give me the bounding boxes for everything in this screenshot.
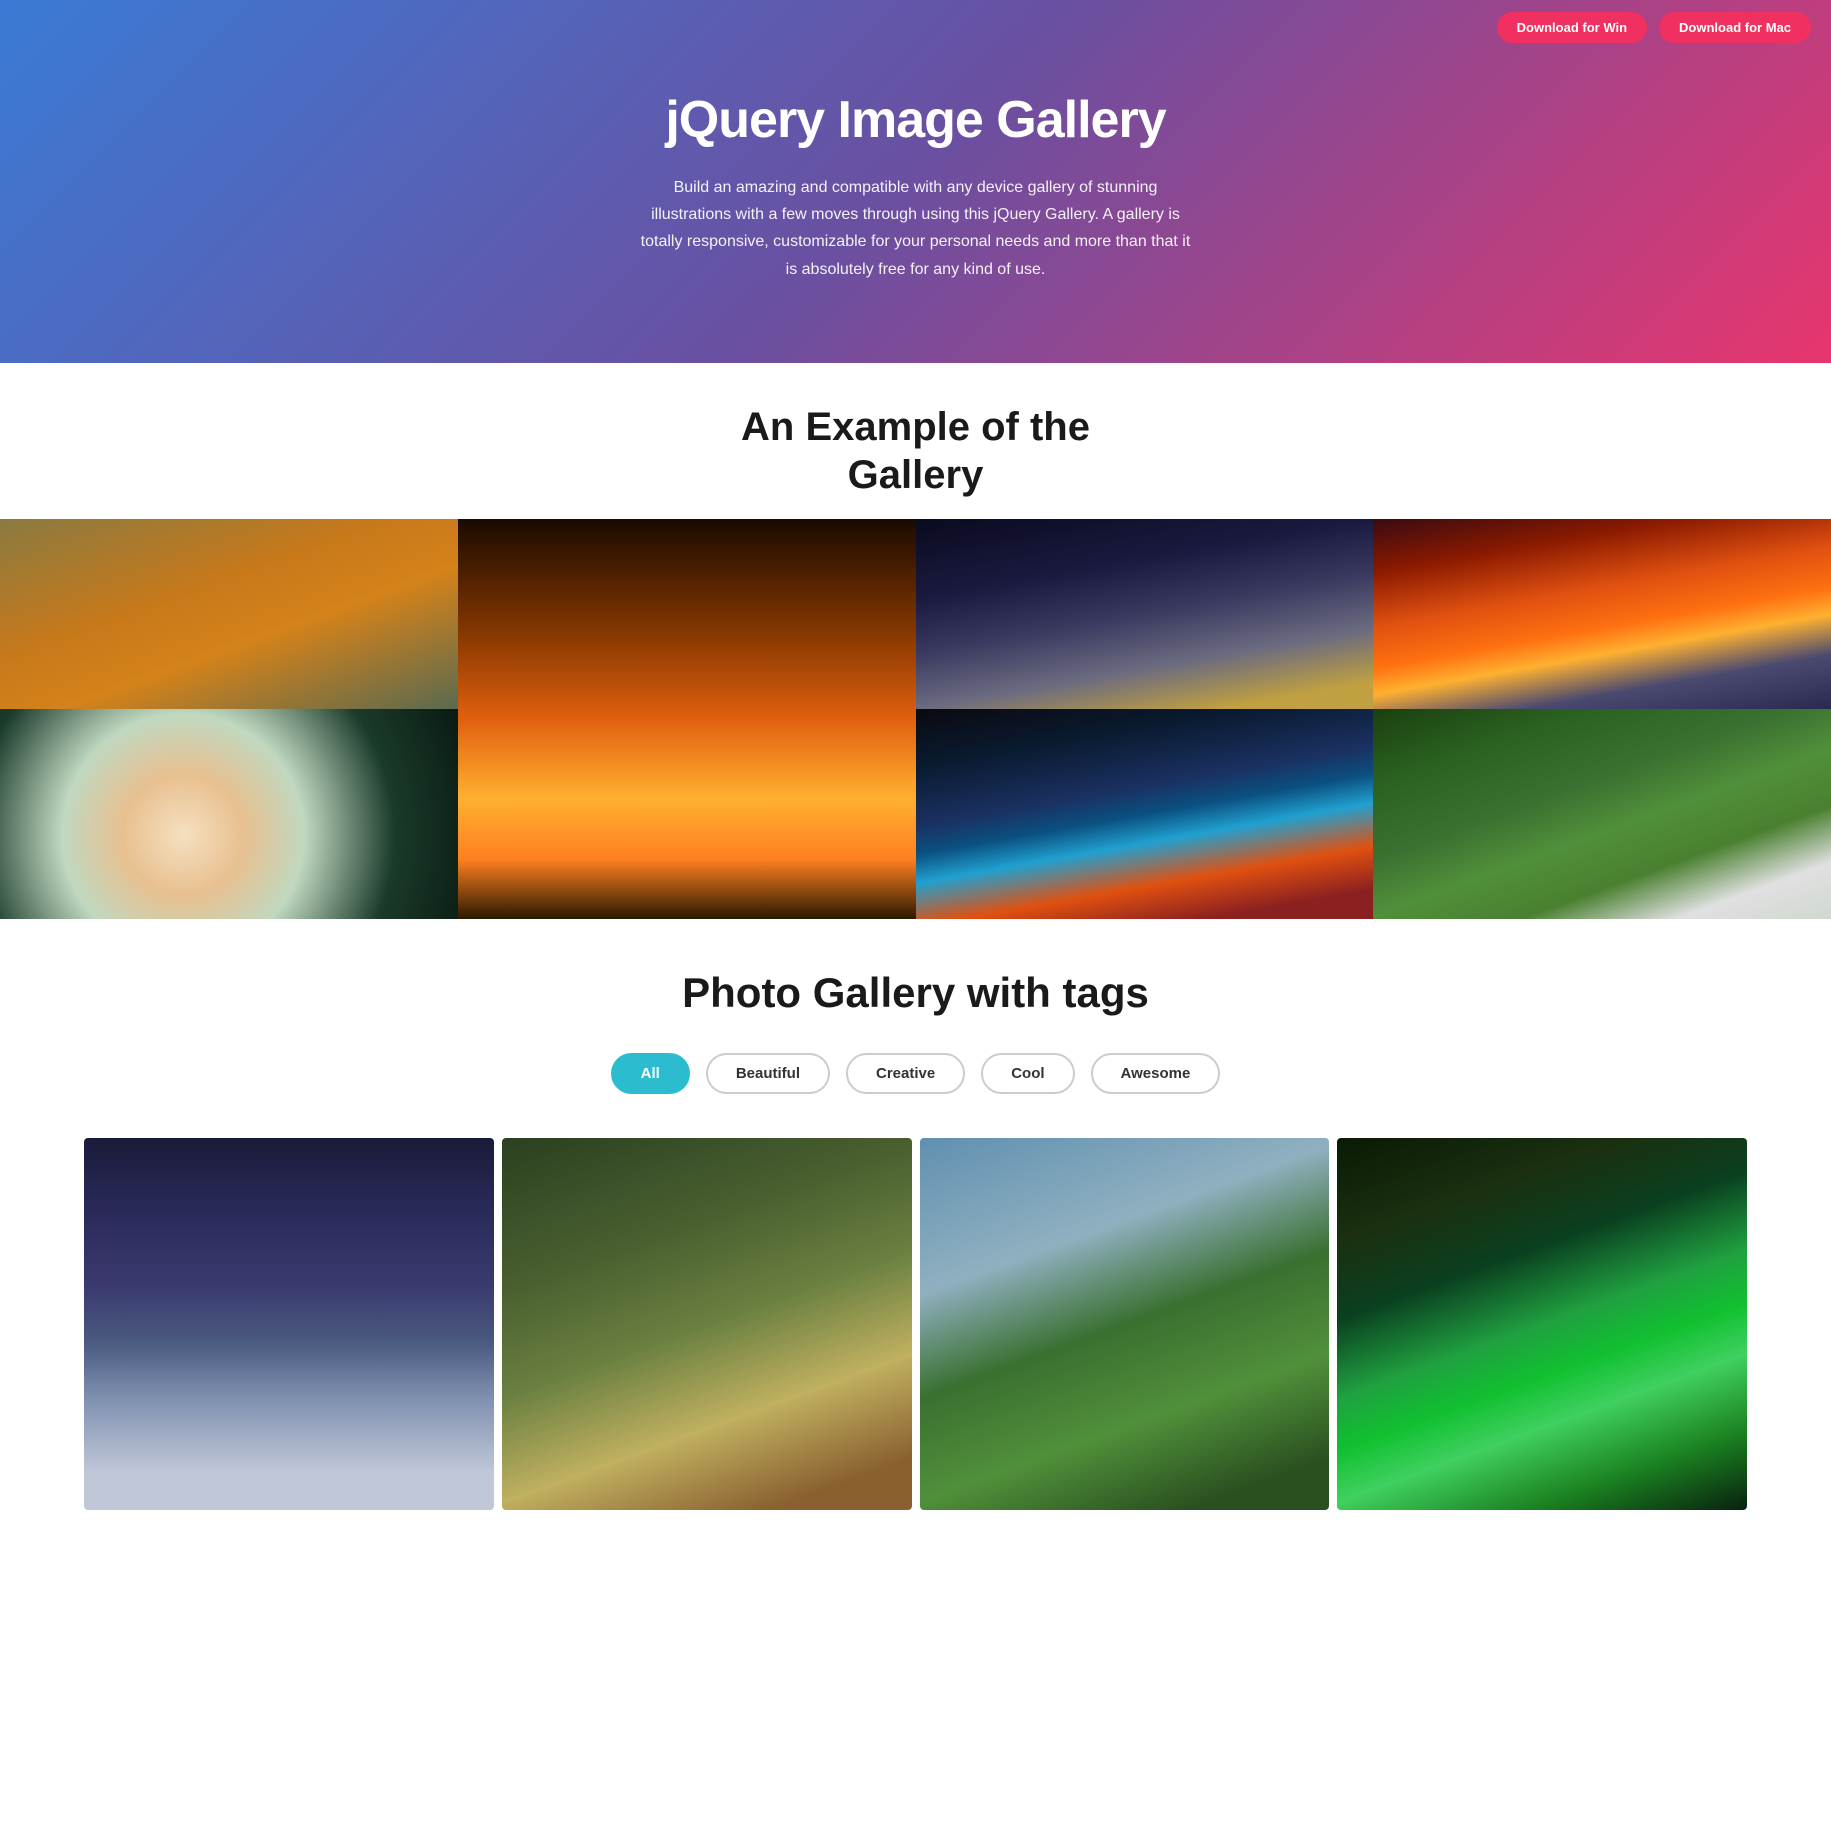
gallery-cell-3[interactable] xyxy=(916,519,1374,709)
tags-section-title: Photo Gallery with tags xyxy=(20,969,1811,1017)
tag-all[interactable]: All xyxy=(611,1053,690,1094)
gallery-heading: An Example of the Gallery xyxy=(0,403,1831,499)
gallery-cell-8[interactable] xyxy=(1373,709,1831,919)
download-win-button[interactable]: Download for Win xyxy=(1497,12,1647,43)
bottom-gallery xyxy=(20,1134,1811,1555)
hero-nav: Download for Win Download for Mac xyxy=(1497,12,1811,43)
hero-section: Download for Win Download for Mac jQuery… xyxy=(0,0,1831,363)
download-mac-button[interactable]: Download for Mac xyxy=(1659,12,1811,43)
gallery-cell-2[interactable] xyxy=(458,519,916,919)
tags-row: All Beautiful Creative Cool Awesome xyxy=(20,1053,1811,1094)
gallery-cell-1[interactable] xyxy=(0,519,458,709)
gallery-cell-4[interactable] xyxy=(1373,519,1831,709)
hero-title: jQuery Image Gallery xyxy=(20,90,1811,150)
tag-beautiful[interactable]: Beautiful xyxy=(706,1053,830,1094)
gallery-cell-5[interactable] xyxy=(0,709,458,919)
thumb-4[interactable] xyxy=(1337,1138,1747,1511)
thumb-2[interactable] xyxy=(502,1138,912,1511)
thumb-1[interactable] xyxy=(84,1138,494,1511)
tags-section: Photo Gallery with tags All Beautiful Cr… xyxy=(0,919,1831,1585)
thumb-3[interactable] xyxy=(920,1138,1330,1511)
hero-description: Build an amazing and compatible with any… xyxy=(636,174,1196,283)
gallery-cell-7[interactable] xyxy=(916,709,1374,919)
gallery-section-title: An Example of the Gallery xyxy=(0,363,1831,519)
tag-awesome[interactable]: Awesome xyxy=(1091,1053,1221,1094)
tag-creative[interactable]: Creative xyxy=(846,1053,965,1094)
mosaic-gallery xyxy=(0,519,1831,919)
tag-cool[interactable]: Cool xyxy=(981,1053,1074,1094)
